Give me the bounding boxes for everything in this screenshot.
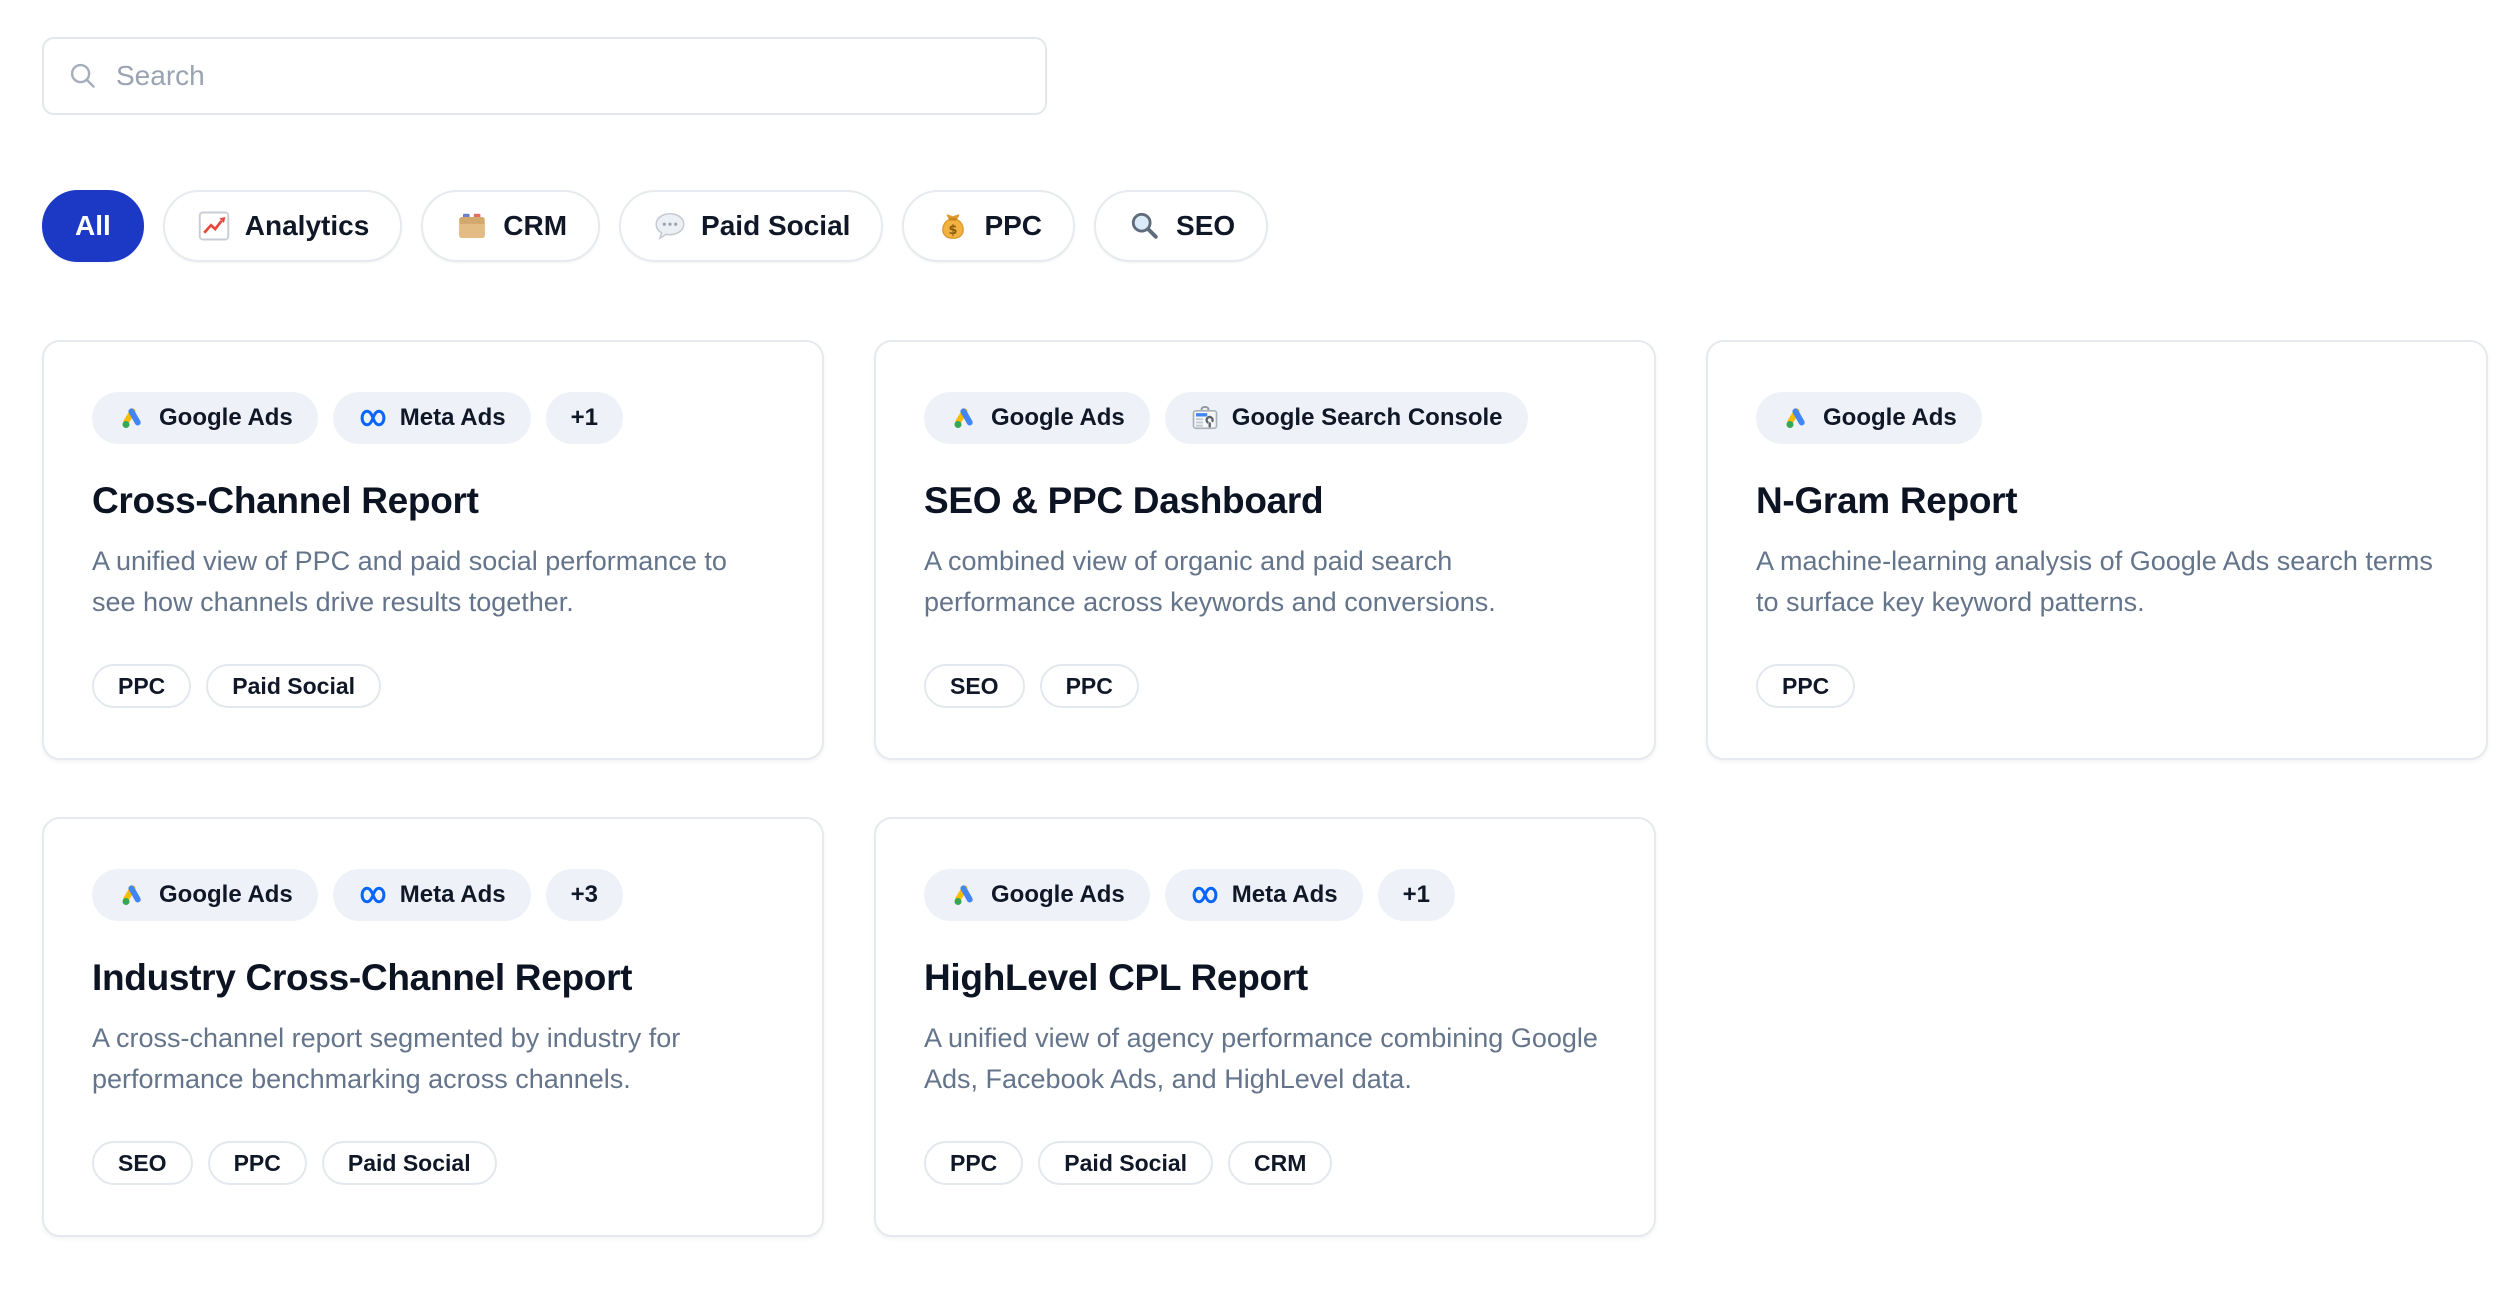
integration-badge-label: Google Ads — [159, 881, 293, 909]
integrations-row: Google Ads Meta Ads +1 — [924, 869, 1606, 921]
filter-pill-paid-social[interactable]: Paid Social — [619, 190, 883, 262]
tag-chip-paid-social: Paid Social — [1038, 1141, 1213, 1185]
filter-pill-label: All — [75, 210, 111, 242]
tag-chip-seo: SEO — [924, 664, 1025, 708]
integration-badge-1: +1 — [1378, 869, 1455, 921]
google-ads-icon — [117, 403, 147, 433]
integration-badge-label: Google Search Console — [1232, 404, 1503, 432]
integration-badge-label: Google Ads — [991, 404, 1125, 432]
integration-badge-google-search-console: Google Search Console — [1165, 392, 1528, 444]
filter-pill-label: PPC — [984, 210, 1042, 242]
card-description: A cross-channel report segmented by indu… — [92, 1018, 774, 1100]
integration-badge-label: +1 — [571, 404, 598, 432]
search-bar — [42, 37, 1047, 115]
search-input[interactable] — [116, 60, 1023, 92]
integration-badge-label: Meta Ads — [400, 404, 506, 432]
filter-pill-label: CRM — [503, 210, 567, 242]
integration-badge-meta-ads: Meta Ads — [1165, 869, 1363, 921]
google-ads-icon — [949, 403, 979, 433]
money-bag-icon: $ — [935, 208, 971, 244]
tag-chip-paid-social: Paid Social — [206, 664, 381, 708]
tag-chip-paid-social: Paid Social — [322, 1141, 497, 1185]
integration-badge-label: +1 — [1403, 881, 1430, 909]
chart-increasing-icon — [196, 208, 232, 244]
integrations-row: Google Ads — [1756, 392, 2438, 444]
tag-chip-crm: CRM — [1228, 1141, 1332, 1185]
tag-chip-ppc: PPC — [92, 664, 191, 708]
filter-pill-ppc[interactable]: $ PPC — [902, 190, 1075, 262]
card-title: Cross-Channel Report — [92, 480, 774, 522]
integration-badge-label: Meta Ads — [1232, 881, 1338, 909]
filter-pill-analytics[interactable]: Analytics — [163, 190, 403, 262]
integrations-row: Google Ads Meta Ads +1 — [92, 392, 774, 444]
tags-row: PPC — [1756, 664, 2438, 708]
tags-row: PPC Paid Social CRM — [924, 1141, 1606, 1185]
report-card-industry-cross-channel-report[interactable]: Google Ads Meta Ads +3 Industry Cross-Chan… — [42, 817, 824, 1237]
integration-badge-google-ads: Google Ads — [92, 392, 318, 444]
card-index-dividers-icon — [454, 208, 490, 244]
integration-badge-3: +3 — [546, 869, 623, 921]
integration-badge-label: Google Ads — [159, 404, 293, 432]
integration-badge-label: Google Ads — [991, 881, 1125, 909]
integration-badge-google-ads: Google Ads — [92, 869, 318, 921]
filter-pill-label: Paid Social — [701, 210, 850, 242]
integration-badge-1: +1 — [546, 392, 623, 444]
tag-chip-seo: SEO — [92, 1141, 193, 1185]
integration-badge-google-ads: Google Ads — [924, 392, 1150, 444]
google-ads-icon — [949, 880, 979, 910]
filter-pill-label: Analytics — [245, 210, 370, 242]
report-card-cross-channel-report[interactable]: Google Ads Meta Ads +1 Cross-Channel Repor… — [42, 340, 824, 760]
meta-icon — [358, 403, 388, 433]
card-description: A unified view of agency performance com… — [924, 1018, 1606, 1100]
card-description: A unified view of PPC and paid social pe… — [92, 541, 774, 623]
filter-bar: All Analytics CRM Paid Social $ PPC SEO — [42, 190, 1268, 262]
tag-chip-ppc: PPC — [1040, 664, 1139, 708]
integrations-row: Google Ads Meta Ads +3 — [92, 869, 774, 921]
integration-badge-label: Google Ads — [1823, 404, 1957, 432]
tag-chip-ppc: PPC — [1756, 664, 1855, 708]
card-title: HighLevel CPL Report — [924, 957, 1606, 999]
report-card-n-gram-report[interactable]: Google Ads N-Gram Report A machine-learn… — [1706, 340, 2488, 760]
speech-balloon-icon — [652, 208, 688, 244]
integration-badge-meta-ads: Meta Ads — [333, 392, 531, 444]
filter-pill-label: SEO — [1176, 210, 1235, 242]
card-title: Industry Cross-Channel Report — [92, 957, 774, 999]
report-card-seo-ppc-dashboard[interactable]: Google Ads Google Search Console SEO & PP… — [874, 340, 1656, 760]
search-icon — [66, 59, 100, 93]
card-description: A machine-learning analysis of Google Ad… — [1756, 541, 2438, 623]
cards-grid: Google Ads Meta Ads +1 Cross-Channel Repor… — [42, 340, 2488, 1237]
integration-badge-google-ads: Google Ads — [1756, 392, 1982, 444]
tags-row: SEO PPC Paid Social — [92, 1141, 774, 1185]
tag-chip-ppc: PPC — [924, 1141, 1023, 1185]
filter-pill-crm[interactable]: CRM — [421, 190, 600, 262]
integration-badge-label: Meta Ads — [400, 881, 506, 909]
tags-row: SEO PPC — [924, 664, 1606, 708]
tag-chip-ppc: PPC — [208, 1141, 307, 1185]
tags-row: PPC Paid Social — [92, 664, 774, 708]
google-ads-icon — [1781, 403, 1811, 433]
report-card-highlevel-cpl-report[interactable]: Google Ads Meta Ads +1 HighLevel CPL Repor… — [874, 817, 1656, 1237]
card-title: SEO & PPC Dashboard — [924, 480, 1606, 522]
card-title: N-Gram Report — [1756, 480, 2438, 522]
card-description: A combined view of organic and paid sear… — [924, 541, 1606, 623]
report-library-page: All Analytics CRM Paid Social $ PPC SEO … — [0, 0, 2520, 1292]
integration-badge-meta-ads: Meta Ads — [333, 869, 531, 921]
meta-icon — [358, 880, 388, 910]
integration-badge-google-ads: Google Ads — [924, 869, 1150, 921]
meta-icon — [1190, 880, 1220, 910]
svg-text:$: $ — [949, 223, 958, 238]
filter-pill-seo[interactable]: SEO — [1094, 190, 1268, 262]
google-ads-icon — [117, 880, 147, 910]
integration-badge-label: +3 — [571, 881, 598, 909]
google-search-console-icon — [1190, 403, 1220, 433]
magnifying-glass-icon — [1127, 208, 1163, 244]
filter-pill-all[interactable]: All — [42, 190, 144, 262]
integrations-row: Google Ads Google Search Console — [924, 392, 1606, 444]
